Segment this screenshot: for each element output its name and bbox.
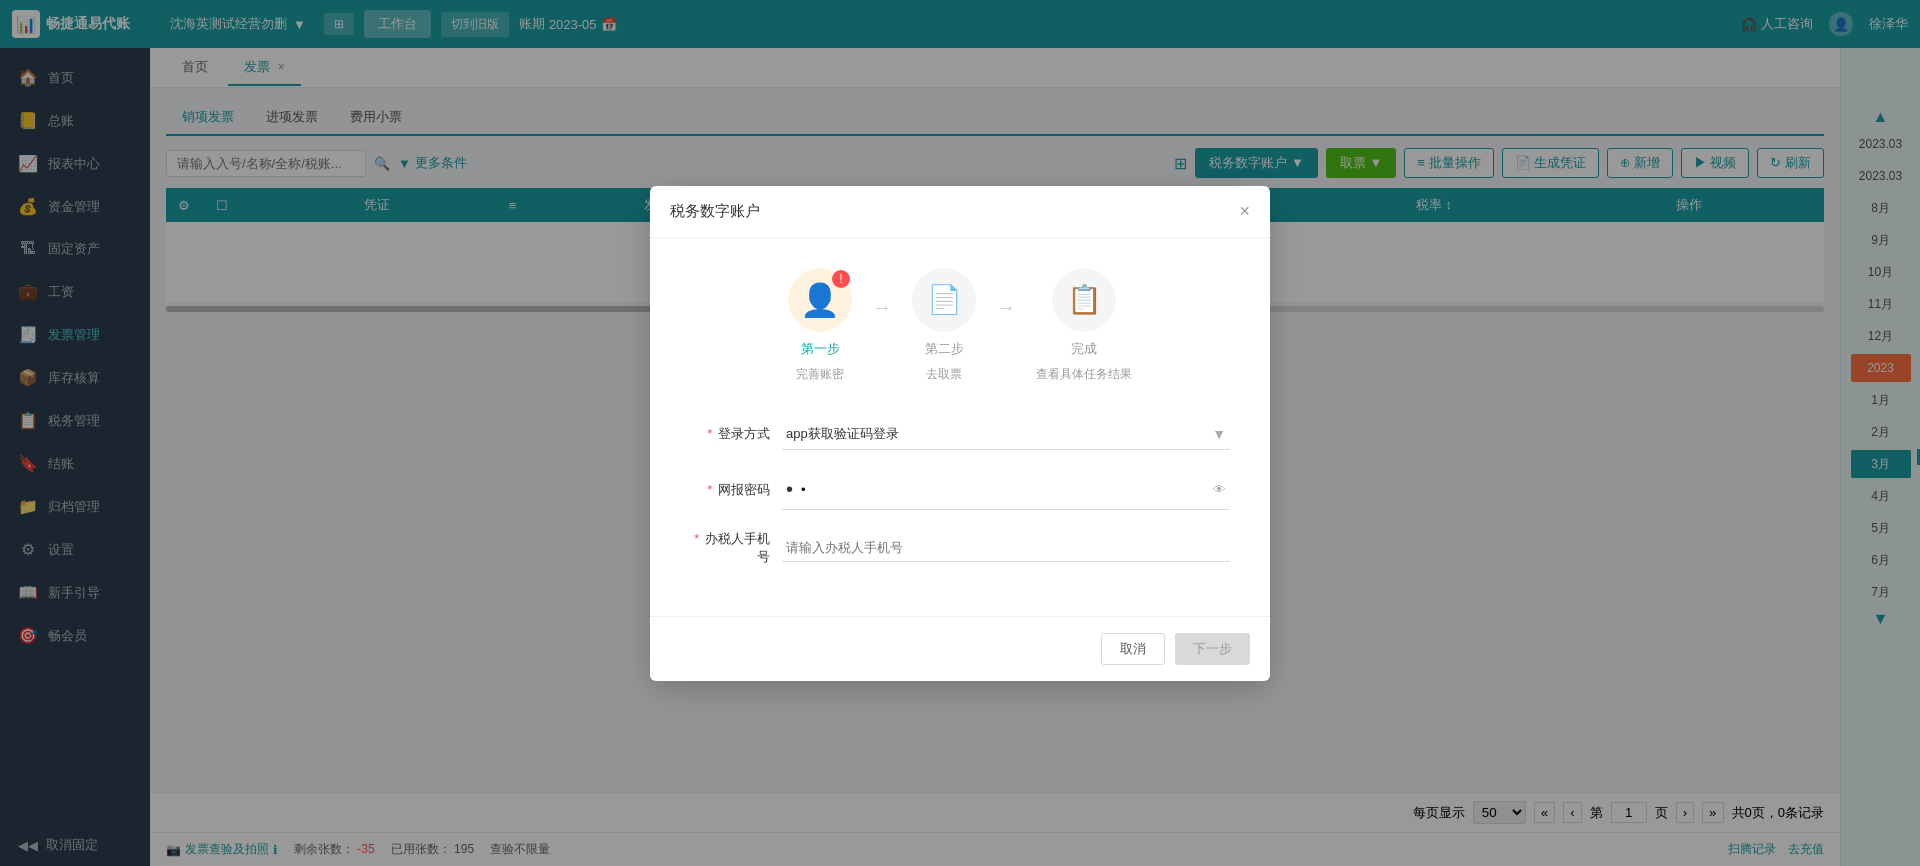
- login-method-dropdown-icon: ▼: [1212, 426, 1226, 442]
- step-3-icon: 📋: [1067, 283, 1102, 316]
- phone-row: * 办税人手机号: [690, 530, 1230, 566]
- step-3: 📋 完成 查看具体任务结果: [1036, 268, 1132, 383]
- step-1-icon: 👤: [800, 281, 840, 319]
- step-1-desc: 完善账密: [796, 366, 844, 383]
- modal-title: 税务数字账户: [670, 202, 760, 221]
- cancel-button[interactable]: 取消: [1101, 633, 1165, 665]
- eye-icon[interactable]: 👁: [1213, 482, 1226, 497]
- password-field-wrap: • 👁: [782, 470, 1230, 510]
- modal-form: * 登录方式 app获取验证码登录 ▼ * 网报密码 •: [690, 419, 1230, 566]
- password-input[interactable]: [797, 476, 1213, 503]
- step-3-label: 完成: [1071, 340, 1097, 358]
- step-3-circle: 📋: [1052, 268, 1116, 332]
- login-method-value: app获取验证码登录: [786, 425, 1212, 443]
- step-1-circle: 👤 !: [788, 268, 852, 332]
- steps-container: 👤 ! 第一步 完善账密 → 📄 第二步 去取票: [690, 268, 1230, 383]
- step-1-badge: !: [832, 270, 850, 288]
- modal-overlay[interactable]: 税务数字账户 × 👤 ! 第一步 完善账密 →: [0, 0, 1920, 866]
- modal-footer: 取消 下一步: [650, 616, 1270, 681]
- step-2: 📄 第二步 去取票: [912, 268, 976, 383]
- phone-label: * 办税人手机号: [690, 530, 770, 566]
- login-method-label: * 登录方式: [690, 425, 770, 443]
- step-1-label: 第一步: [801, 340, 840, 358]
- login-method-row: * 登录方式 app获取验证码登录 ▼: [690, 419, 1230, 450]
- step-2-circle: 📄: [912, 268, 976, 332]
- step-2-label: 第二步: [925, 340, 964, 358]
- step-2-icon: 📄: [927, 283, 962, 316]
- next-button[interactable]: 下一步: [1175, 633, 1250, 665]
- password-row: * 网报密码 • 👁: [690, 470, 1230, 510]
- phone-input[interactable]: [782, 534, 1230, 562]
- modal-close-button[interactable]: ×: [1239, 202, 1250, 220]
- step-arrow-1: →: [872, 296, 892, 319]
- step-1: 👤 ! 第一步 完善账密: [788, 268, 852, 383]
- step-arrow-2: →: [996, 296, 1016, 319]
- step-2-desc: 去取票: [926, 366, 962, 383]
- password-label: * 网报密码: [690, 481, 770, 499]
- modal-body: 👤 ! 第一步 完善账密 → 📄 第二步 去取票: [650, 238, 1270, 616]
- password-dot: •: [786, 478, 793, 501]
- step-3-desc: 查看具体任务结果: [1036, 366, 1132, 383]
- tax-account-modal: 税务数字账户 × 👤 ! 第一步 完善账密 →: [650, 186, 1270, 681]
- login-method-select[interactable]: app获取验证码登录 ▼: [782, 419, 1230, 450]
- modal-header: 税务数字账户 ×: [650, 186, 1270, 238]
